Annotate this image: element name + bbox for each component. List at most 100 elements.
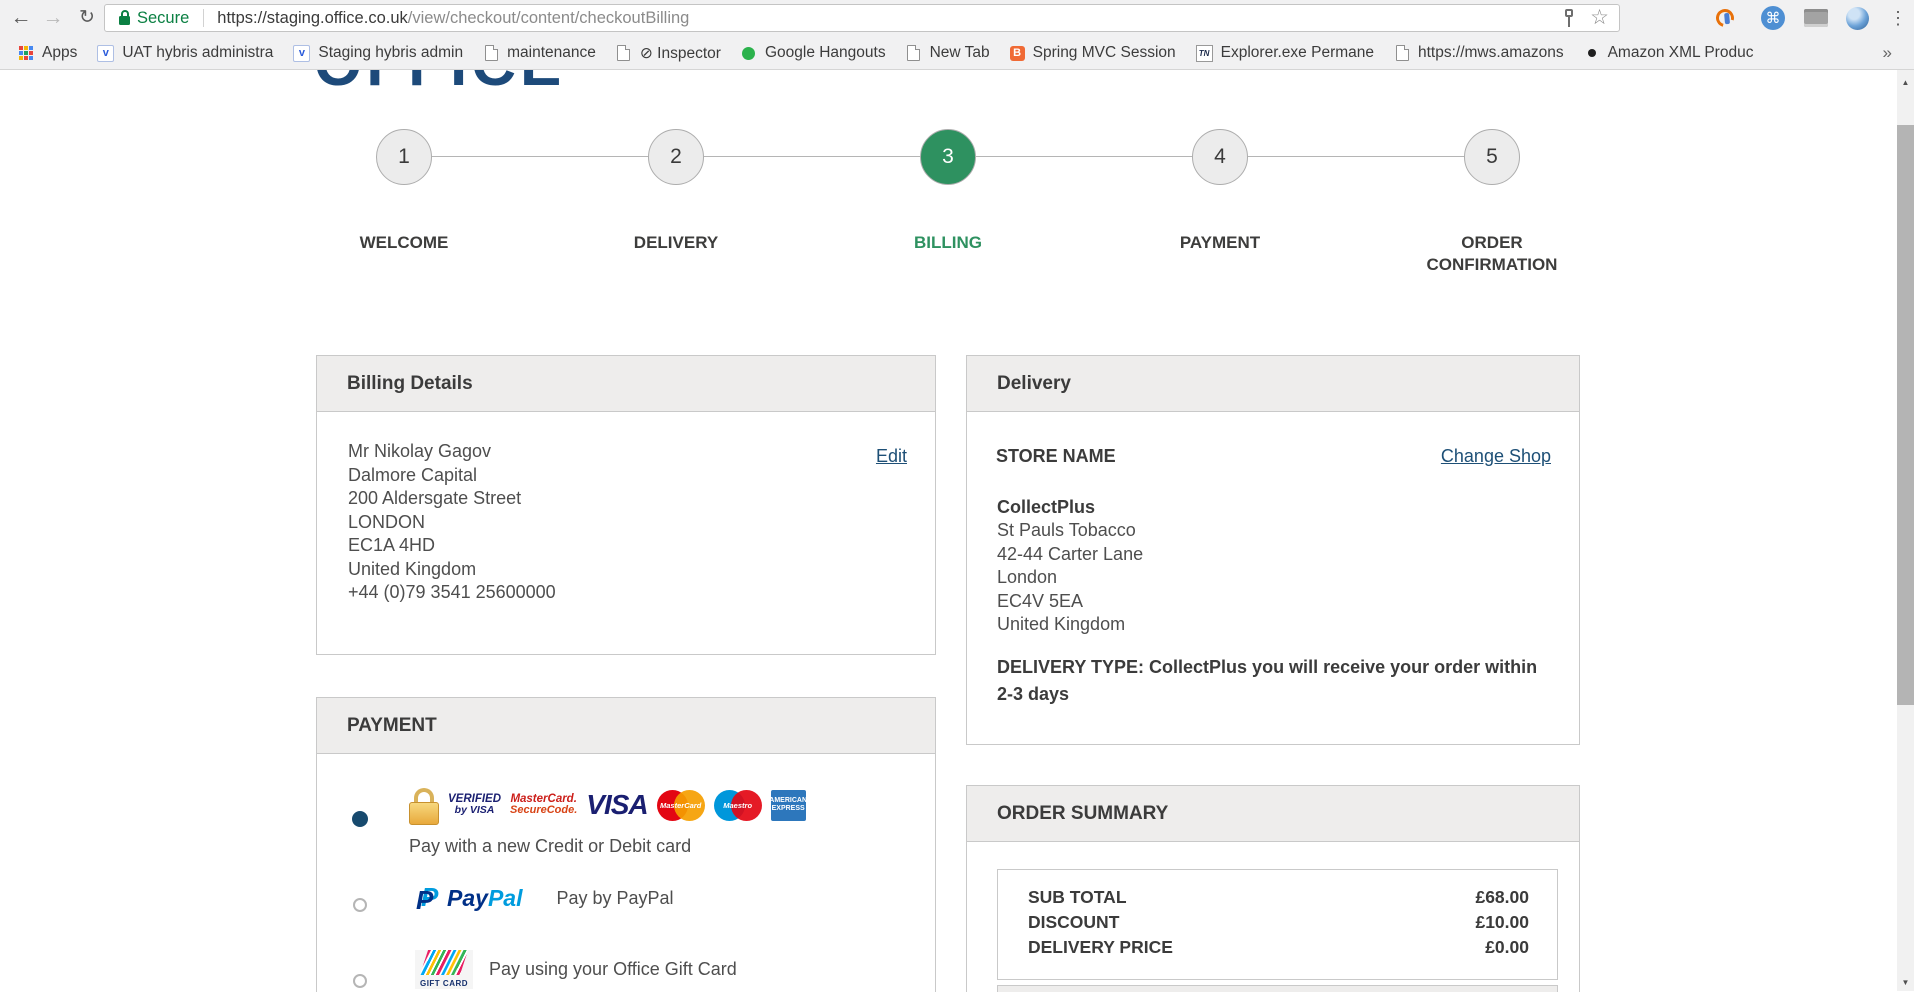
- bookmark-mws-amazon[interactable]: https://mws.amazons: [1384, 44, 1574, 62]
- address-bar[interactable]: Secure https://staging.office.co.uk/view…: [104, 4, 1620, 32]
- step-circle-order-confirmation[interactable]: 5: [1464, 129, 1520, 185]
- discount-value: £10.00: [1475, 912, 1529, 932]
- page-icon: [616, 45, 632, 61]
- bookmark-label: Amazon XML Produc: [1607, 44, 1754, 61]
- delivery-type-text: DELIVERY TYPE: CollectPlus you will rece…: [997, 657, 1538, 704]
- url-text[interactable]: https://staging.office.co.uk/view/checko…: [217, 9, 689, 28]
- radio-pay-giftcard[interactable]: [353, 974, 367, 988]
- bookmark-label: New Tab: [929, 44, 990, 61]
- bookmark-uat-hybris[interactable]: v UAT hybris administra: [87, 44, 283, 62]
- verified-by-visa-icon: VERIFIED by VISA: [448, 793, 502, 816]
- step-circle-payment[interactable]: 4: [1192, 129, 1248, 185]
- scrollbar-thumb[interactable]: [1897, 125, 1914, 705]
- pay-card-label[interactable]: Pay with a new Credit or Debit card: [409, 836, 691, 857]
- subtotal-value: £68.00: [1475, 887, 1529, 907]
- step-label-order-confirmation: ORDER CONFIRMATION: [1426, 233, 1558, 274]
- bookmark-label: Spring MVC Session: [1032, 44, 1176, 61]
- bookmark-amazon-xml[interactable]: Amazon XML Produc: [1574, 44, 1764, 62]
- delivery-price-label: DELIVERY PRICE: [1028, 937, 1173, 957]
- browser-menu-icon[interactable]: ⋮: [1888, 5, 1908, 31]
- radio-pay-card[interactable]: [352, 811, 368, 827]
- paypal-wordmark: PayPal: [447, 884, 523, 911]
- store-name: CollectPlus: [997, 497, 1096, 517]
- bookmark-spring-mvc[interactable]: B Spring MVC Session: [1000, 44, 1186, 62]
- step-connector: [976, 156, 1192, 157]
- secure-padlock-icon: [119, 9, 130, 25]
- billing-details-panel: Billing Details Mr Nikolay Gagov Dalmore…: [316, 355, 936, 655]
- order-summary-panel: ORDER SUMMARY SUB TOTAL £68.00 DISCOUNT …: [966, 785, 1580, 992]
- vertical-scrollbar[interactable]: ▲ ▼: [1897, 70, 1914, 991]
- bookmark-google-hangouts[interactable]: Google Hangouts: [731, 44, 896, 62]
- step-label-welcome: WELCOME: [359, 233, 449, 252]
- scroll-up-icon[interactable]: ▲: [1897, 74, 1914, 91]
- summary-row-delivery-price: DELIVERY PRICE £0.00: [1028, 935, 1529, 960]
- bookmark-new-tab[interactable]: New Tab: [896, 44, 1000, 62]
- step-connector: [432, 156, 648, 157]
- step-label-payment: PAYMENT: [1179, 233, 1261, 252]
- mastercard-icon: MasterCard: [656, 789, 705, 821]
- billing-country: United Kingdom: [348, 558, 477, 579]
- maestro-icon: Maestro: [713, 789, 762, 821]
- payment-title: PAYMENT: [317, 698, 935, 754]
- store-name-label: STORE NAME: [996, 446, 1116, 466]
- delivery-price-value: £0.00: [1485, 937, 1529, 957]
- edit-billing-link[interactable]: Edit: [876, 446, 907, 467]
- discount-label: DISCOUNT: [1028, 912, 1120, 932]
- scroll-down-icon[interactable]: ▼: [1897, 974, 1914, 991]
- hybris-icon: v: [97, 44, 115, 62]
- extension-icon-command[interactable]: ⌘: [1760, 5, 1786, 31]
- card-scheme-icons: VERIFIED by VISA MasterCard. SecureCode.…: [409, 782, 807, 828]
- step-connector: [1248, 156, 1464, 157]
- subtotal-label: SUB TOTAL: [1028, 887, 1127, 907]
- billing-phone: +44 (0)79 3541 25600000: [348, 582, 556, 602]
- order-summary-box: SUB TOTAL £68.00 DISCOUNT £10.00 DELIVER…: [997, 869, 1558, 980]
- bookmark-apps[interactable]: Apps: [8, 44, 87, 62]
- radio-pay-paypal[interactable]: [353, 898, 367, 912]
- page-icon: [1394, 45, 1410, 61]
- bookmark-explorer-exe[interactable]: TN Explorer.exe Permane: [1186, 44, 1384, 62]
- secure-label[interactable]: Secure: [137, 9, 189, 28]
- bookmark-label: Staging hybris admin: [318, 44, 464, 61]
- reload-icon[interactable]: ↻: [72, 3, 102, 33]
- billing-company: Dalmore Capital: [348, 464, 478, 485]
- amex-icon: AMERICAN EXPRESS: [769, 789, 807, 821]
- hybris-icon: v: [293, 44, 311, 62]
- extension-icon-globe[interactable]: [1844, 5, 1870, 31]
- blogger-icon: B: [1009, 45, 1025, 61]
- billing-details-title: Billing Details: [317, 356, 935, 412]
- bookmark-inspector[interactable]: ⊘ Inspector: [606, 44, 731, 63]
- billing-name: Mr Nikolay Gagov: [348, 441, 492, 461]
- url-path: /view/checkout/content/checkoutBilling: [407, 8, 690, 27]
- paypal-option-row[interactable]: P P PayPal Pay by PayPal: [416, 882, 674, 915]
- mastercard-securecode-icon: MasterCard. SecureCode.: [510, 793, 578, 816]
- page-icon: [906, 45, 922, 61]
- back-icon[interactable]: ←: [6, 3, 36, 33]
- step-circle-billing[interactable]: 3: [920, 129, 976, 185]
- bookmark-star-icon[interactable]: ☆: [1590, 7, 1609, 28]
- step-circle-welcome[interactable]: 1: [376, 129, 432, 185]
- change-shop-link[interactable]: Change Shop: [1441, 446, 1551, 467]
- bookmark-maintenance[interactable]: maintenance: [473, 44, 606, 62]
- pay-paypal-label[interactable]: Pay by PayPal: [556, 888, 673, 909]
- step-circle-delivery[interactable]: 2: [648, 129, 704, 185]
- delivery-title: Delivery: [967, 356, 1579, 412]
- page-icon: [483, 45, 499, 61]
- bookmark-staging-hybris[interactable]: v Staging hybris admin: [283, 44, 473, 62]
- extension-icon-card[interactable]: [1803, 5, 1829, 31]
- office-logo[interactable]: OFFICE: [314, 70, 604, 98]
- bookmark-label: Google Hangouts: [764, 44, 886, 61]
- extension-icon-rest-client[interactable]: [1712, 5, 1738, 31]
- office-logo-text: OFFICE: [314, 70, 604, 96]
- padlock-icon: [409, 785, 439, 825]
- pay-giftcard-label[interactable]: Pay using your Office Gift Card: [489, 959, 737, 980]
- giftcard-option-row[interactable]: GIFT CARD Pay using your Office Gift Car…: [415, 950, 737, 989]
- summary-row-subtotal: SUB TOTAL £68.00: [1028, 885, 1529, 910]
- order-summary-title: ORDER SUMMARY: [967, 786, 1579, 842]
- billing-postcode: EC1A 4HD: [348, 535, 436, 555]
- password-key-icon[interactable]: [1564, 8, 1574, 28]
- step-connector: [704, 156, 920, 157]
- bookmarks-overflow-icon[interactable]: »: [1883, 43, 1906, 63]
- apps-grid-icon: [18, 45, 34, 61]
- bookmark-label: UAT hybris administra: [122, 44, 274, 61]
- forward-icon[interactable]: →: [38, 3, 68, 33]
